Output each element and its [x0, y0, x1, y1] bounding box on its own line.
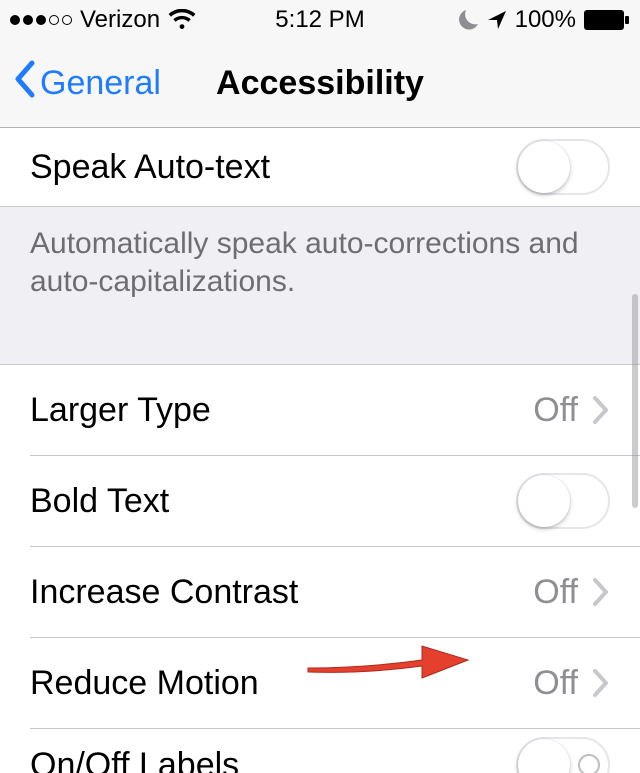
row-label: On/Off Labels: [30, 746, 516, 773]
scrollbar[interactable]: [632, 294, 638, 508]
toggle-bold-text[interactable]: [516, 473, 610, 529]
clock: 5:12 PM: [275, 6, 364, 34]
battery-icon: [584, 10, 630, 30]
row-value: Off: [533, 664, 578, 703]
row-label: Bold Text: [30, 482, 516, 521]
row-label: Increase Contrast: [30, 573, 533, 612]
status-right: 100%: [459, 6, 630, 34]
do-not-disturb-icon: [459, 9, 479, 31]
row-reduce-motion[interactable]: Reduce Motion Off: [0, 638, 640, 728]
status-bar: Verizon 5:12 PM 100%: [0, 0, 640, 40]
chevron-right-icon: [592, 577, 610, 607]
row-onoff-labels[interactable]: On/Off Labels: [0, 729, 640, 773]
chevron-right-icon: [592, 395, 610, 425]
nav-bar: General Accessibility: [0, 40, 640, 128]
battery-percent: 100%: [515, 6, 576, 34]
row-label: Larger Type: [30, 391, 533, 430]
row-value: Off: [533, 573, 578, 612]
section-footer: Automatically speak auto-corrections and…: [0, 207, 640, 330]
back-button[interactable]: General: [12, 59, 161, 108]
row-bold-text[interactable]: Bold Text: [0, 456, 640, 546]
toggle-onoff-labels[interactable]: [516, 737, 610, 773]
chevron-right-icon: [592, 668, 610, 698]
carrier-label: Verizon: [80, 6, 160, 34]
chevron-left-icon: [12, 59, 36, 108]
page-title: Accessibility: [216, 64, 424, 103]
toggle-speak-auto-text[interactable]: [516, 139, 610, 195]
wifi-icon: [168, 9, 196, 31]
row-label: Reduce Motion: [30, 664, 533, 703]
row-value: Off: [533, 391, 578, 430]
row-label: Speak Auto-text: [30, 148, 516, 187]
row-increase-contrast[interactable]: Increase Contrast Off: [0, 547, 640, 637]
status-left: Verizon: [10, 6, 196, 34]
location-icon: [487, 10, 507, 30]
signal-strength-icon: [10, 15, 72, 25]
back-label: General: [40, 64, 161, 103]
row-larger-type[interactable]: Larger Type Off: [0, 365, 640, 455]
row-speak-auto-text[interactable]: Speak Auto-text: [0, 128, 640, 206]
